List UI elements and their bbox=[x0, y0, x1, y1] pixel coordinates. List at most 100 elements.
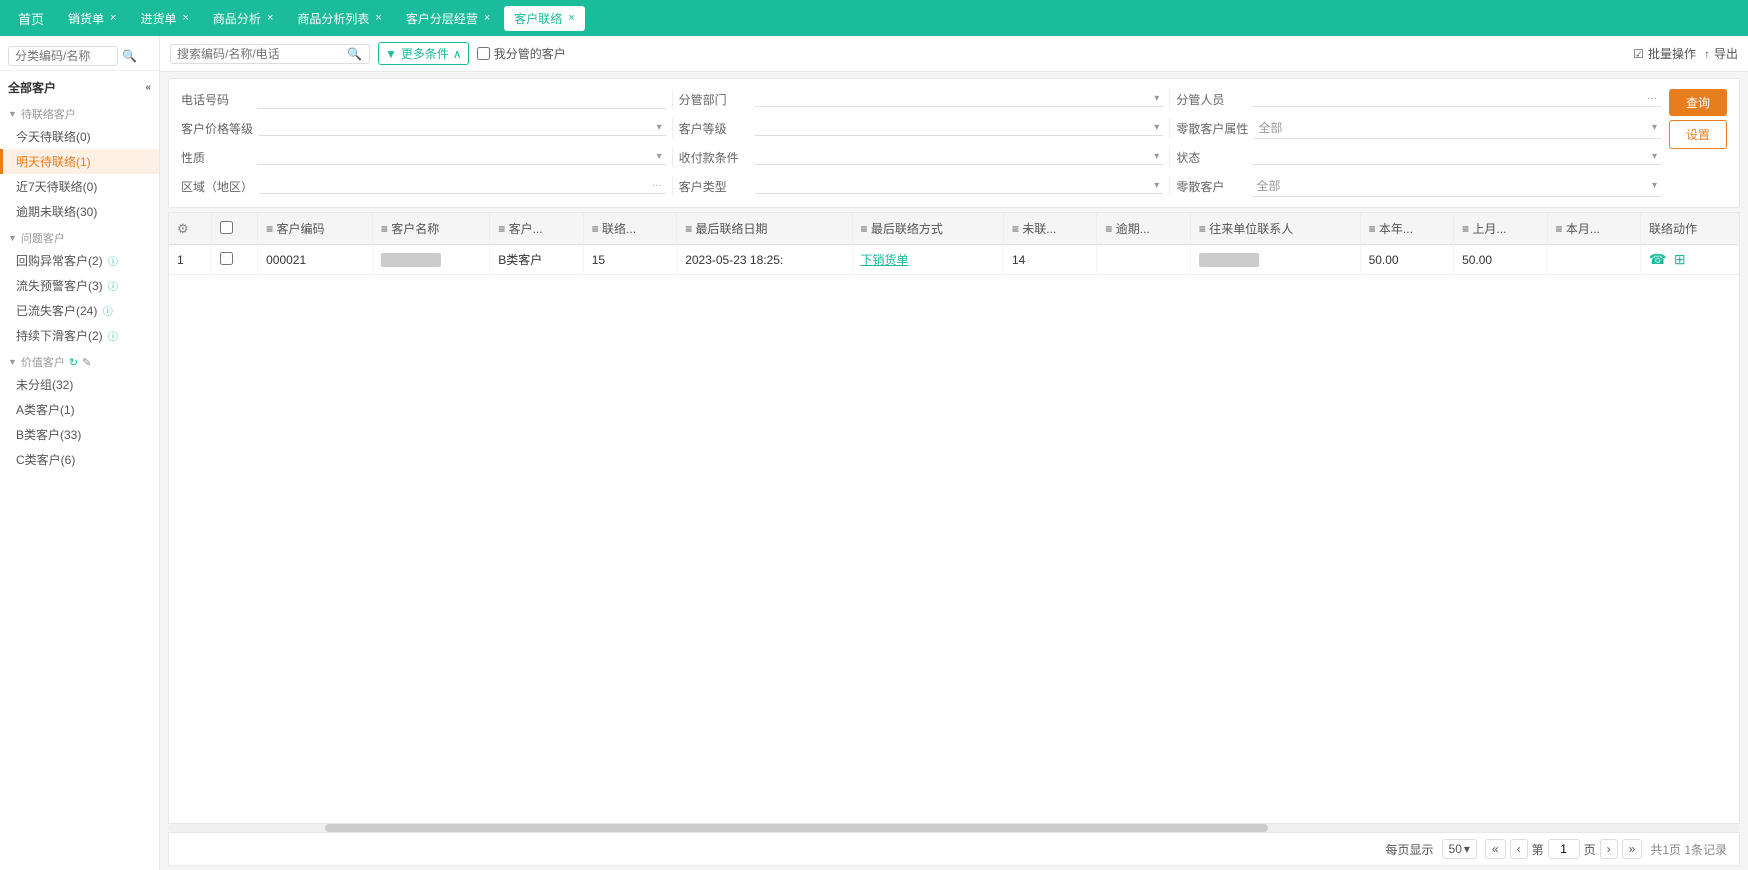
page-number-input[interactable] bbox=[1548, 839, 1580, 859]
filter-row-1: 电话号码 分管部门 ▾ 分管人员 bbox=[181, 89, 1661, 109]
th-overdue[interactable]: ≡ 逾期... bbox=[1097, 213, 1190, 245]
next-page-button[interactable]: › bbox=[1600, 839, 1618, 859]
td-name bbox=[372, 245, 489, 275]
filter-row-2: 客户价格等级 ▾ 客户等级 ▾ bbox=[181, 117, 1661, 139]
filter-select-payment[interactable]: ▾ bbox=[755, 149, 1164, 165]
dropdown-arrow-icon: ▾ bbox=[1154, 122, 1159, 133]
nav-tab-purchase[interactable]: 进货单 × bbox=[130, 6, 198, 31]
my-customer-checkbox[interactable] bbox=[477, 47, 490, 60]
sidebar-item-repurchase-abnormal[interactable]: 回购异常客户(2) ⓘ bbox=[0, 248, 159, 273]
filter-select-retail-attr[interactable]: 全部 ▾ bbox=[1254, 117, 1661, 139]
th-last-contact-method[interactable]: ≡ 最后联络方式 bbox=[852, 213, 1003, 245]
nav-tab-sales[interactable]: 销货单 × bbox=[58, 6, 126, 31]
batch-operation-button[interactable]: ☑ 批量操作 bbox=[1633, 45, 1696, 62]
table-footer: 每页显示 50 ▾ « ‹ 第 页 › » 共1页 1条记录 bbox=[168, 832, 1740, 866]
nav-tab-customer-tier[interactable]: 客户分层经营 × bbox=[396, 6, 500, 31]
filter-label-retail-customer: 零散客户 bbox=[1176, 178, 1246, 195]
nav-home[interactable]: 首页 bbox=[8, 5, 54, 32]
th-last-contact-date[interactable]: ≡ 最后联络日期 bbox=[677, 213, 852, 245]
last-page-button[interactable]: » bbox=[1622, 839, 1643, 859]
divider bbox=[672, 89, 673, 109]
row-checkbox[interactable] bbox=[220, 252, 233, 265]
th-this-year[interactable]: ≡ 本年... bbox=[1360, 213, 1453, 245]
scrollbar-thumb[interactable] bbox=[325, 824, 1268, 832]
edit-icon[interactable]: ✎ bbox=[82, 356, 91, 369]
th-last-month[interactable]: ≡ 上月... bbox=[1454, 213, 1547, 245]
export-button[interactable]: ↑ 导出 bbox=[1704, 45, 1738, 62]
filter-select-dept[interactable]: ▾ bbox=[755, 91, 1164, 107]
th-contact-person[interactable]: ≡ 往来单位联系人 bbox=[1190, 213, 1360, 245]
sidebar-search-input[interactable] bbox=[8, 46, 118, 66]
close-icon[interactable]: × bbox=[267, 12, 273, 24]
sidebar-item-b-customers[interactable]: B类客户(33) bbox=[0, 422, 159, 447]
close-icon[interactable]: × bbox=[182, 12, 188, 24]
top-navigation: 首页 销货单 × 进货单 × 商品分析 × 商品分析列表 × 客户分层经营 × … bbox=[0, 0, 1748, 36]
filter-select-price-grade[interactable]: ▾ bbox=[259, 120, 666, 136]
sidebar-item-overdue-pending[interactable]: 逾期未联络(30) bbox=[0, 199, 159, 224]
page-size-select[interactable]: 50 ▾ bbox=[1442, 839, 1477, 859]
close-icon[interactable]: × bbox=[484, 12, 490, 24]
close-icon[interactable]: × bbox=[110, 12, 116, 24]
select-all-checkbox[interactable] bbox=[220, 221, 233, 234]
th-settings[interactable]: ⚙ bbox=[169, 213, 212, 245]
th-uncontact[interactable]: ≡ 未联... bbox=[1003, 213, 1096, 245]
search-icon[interactable]: 🔍 bbox=[347, 47, 362, 61]
th-customer-type[interactable]: ≡ 客户... bbox=[490, 213, 583, 245]
td-actions: ☎ ⊞ bbox=[1641, 245, 1739, 275]
filter-more-button[interactable]: ▼ 更多条件 ∧ bbox=[378, 42, 469, 65]
sidebar-item-tomorrow-pending[interactable]: 明天待联络(1) bbox=[0, 149, 159, 174]
sidebar-item-declining[interactable]: 持续下滑客户(2) ⓘ bbox=[0, 323, 159, 348]
th-this-month[interactable]: ≡ 本月... bbox=[1547, 213, 1640, 245]
filter-select-customer-type[interactable]: ▾ bbox=[755, 178, 1164, 194]
td-checkbox[interactable] bbox=[212, 245, 258, 275]
contact-method-link[interactable]: 下销货单 bbox=[861, 253, 909, 267]
sidebar-item-churn-warning[interactable]: 流失预警客户(3) ⓘ bbox=[0, 273, 159, 298]
filter-select-nature[interactable]: ▾ bbox=[257, 149, 666, 165]
filter-label-phone: 电话号码 bbox=[181, 91, 251, 108]
sidebar-item-today-pending[interactable]: 今天待联络(0) bbox=[0, 124, 159, 149]
my-customer-checkbox-label[interactable]: 我分管的客户 bbox=[477, 45, 566, 62]
filter-select-customer-grade[interactable]: ▾ bbox=[755, 120, 1164, 136]
th-contact-count[interactable]: ≡ 联络... bbox=[583, 213, 676, 245]
filter-select-status[interactable]: ▾ bbox=[1252, 149, 1661, 165]
grid-icon[interactable]: ⊞ bbox=[1674, 251, 1686, 267]
th-action: 联络动作 bbox=[1641, 213, 1739, 245]
filter-select-retail-customer[interactable]: 全部 ▾ bbox=[1252, 175, 1661, 197]
sidebar-item-c-customers[interactable]: C类客户(6) bbox=[0, 447, 159, 472]
close-icon[interactable]: × bbox=[375, 12, 381, 24]
filter-select-manager[interactable]: ··· bbox=[1252, 91, 1661, 107]
nav-tab-product-analysis-list[interactable]: 商品分析列表 × bbox=[287, 6, 391, 31]
td-uncontact: 14 bbox=[1003, 245, 1096, 275]
th-checkbox[interactable] bbox=[212, 213, 258, 245]
phone-icon[interactable]: ☎ bbox=[1649, 251, 1666, 267]
sidebar-item-churned[interactable]: 已流失客户(24) ⓘ bbox=[0, 298, 159, 323]
export-icon: ↑ bbox=[1704, 47, 1710, 61]
filter-field-manager: 分管人员 ··· bbox=[1176, 91, 1661, 108]
sidebar-item-a-customers[interactable]: A类客户(1) bbox=[0, 397, 159, 422]
filter-field-payment: 收付款条件 ▾ bbox=[679, 149, 1164, 166]
nav-tab-product-analysis[interactable]: 商品分析 × bbox=[203, 6, 283, 31]
td-contact-person bbox=[1190, 245, 1360, 275]
prev-page-button[interactable]: ‹ bbox=[1510, 839, 1528, 859]
dropdown-arrow-icon: ▾ bbox=[657, 151, 662, 162]
th-name[interactable]: ≡ 客户名称 bbox=[372, 213, 489, 245]
sidebar-item-ungrouped[interactable]: 未分组(32) bbox=[0, 372, 159, 397]
set-button[interactable]: 设置 bbox=[1669, 120, 1727, 149]
filter-input-phone[interactable] bbox=[257, 90, 666, 109]
query-button[interactable]: 查询 bbox=[1669, 89, 1727, 116]
sidebar-item-7days-pending[interactable]: 近7天待联络(0) bbox=[0, 174, 159, 199]
first-page-button[interactable]: « bbox=[1485, 839, 1506, 859]
dots-icon: ··· bbox=[652, 180, 662, 191]
search-input[interactable] bbox=[177, 47, 347, 61]
query-set-column: 查询 设置 bbox=[1669, 89, 1727, 149]
sidebar-all-customers[interactable]: 全部客户 « bbox=[0, 75, 159, 100]
sidebar-search-icon[interactable]: 🔍 bbox=[122, 49, 137, 63]
refresh-icon[interactable]: ↻ bbox=[69, 356, 78, 369]
filter-select-region[interactable]: ··· bbox=[259, 178, 666, 194]
td-last-contact-method[interactable]: 下销货单 bbox=[852, 245, 1003, 275]
th-code[interactable]: ≡ 客户编码 bbox=[258, 213, 373, 245]
horizontal-scrollbar[interactable] bbox=[168, 824, 1740, 832]
page-label: 第 bbox=[1532, 841, 1544, 858]
close-icon[interactable]: × bbox=[568, 12, 574, 24]
nav-tab-customer-contact[interactable]: 客户联络 × bbox=[504, 6, 584, 31]
